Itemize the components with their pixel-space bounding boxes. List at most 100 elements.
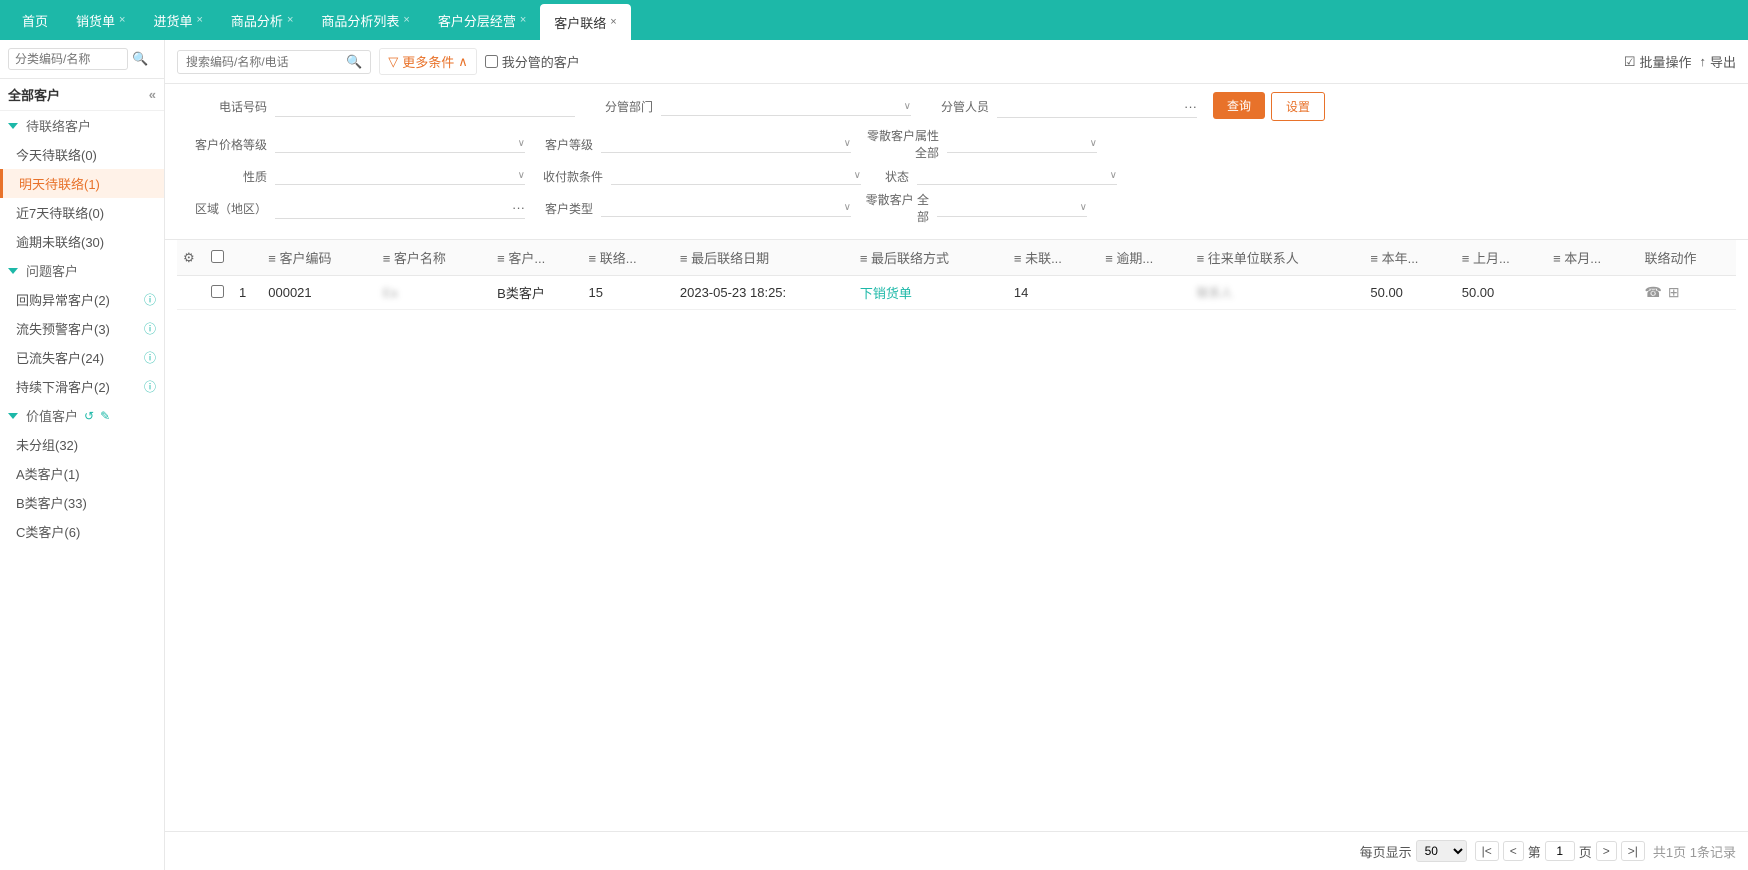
last-page-btn[interactable]: >| [1621, 841, 1645, 861]
page-input[interactable] [1545, 841, 1575, 861]
page-size-dropdown[interactable]: 50 100 200 [1416, 840, 1467, 862]
col-type: ≡ 客户... [491, 240, 582, 276]
next-page-btn[interactable]: > [1596, 841, 1617, 861]
nav-product-analysis-list[interactable]: 商品分析列表 × [307, 0, 423, 40]
close-icon[interactable]: × [119, 14, 125, 26]
last-way-link[interactable]: 下销货单 [860, 286, 912, 301]
nature-select[interactable]: ∨ [275, 167, 525, 185]
nav-customer-contact[interactable]: 客户联络 × [540, 4, 630, 40]
sidebar-item-tomorrow[interactable]: 明天待联络(1) [0, 169, 164, 198]
scattered-select[interactable]: ∨ [937, 199, 1087, 217]
sidebar-item-class-a[interactable]: A类客户(1) [0, 459, 164, 488]
group-value-customers: 价值客户 ↺ ✎ [0, 401, 164, 430]
search-input[interactable] [186, 55, 346, 69]
dots-icon[interactable]: ··· [1184, 99, 1197, 114]
sidebar-item-declining[interactable]: 持续下滑客户(2) ⓘ [0, 372, 164, 401]
export-btn[interactable]: ↑ 导出 [1699, 52, 1736, 71]
sidebar-item-class-c[interactable]: C类客户(6) [0, 517, 164, 546]
cell-unit-contact: 联系人 [1191, 276, 1365, 310]
sidebar-item-churned[interactable]: 已流失客户(24) ⓘ [0, 343, 164, 372]
sidebar-item-overdue[interactable]: 逾期未联络(30) [0, 227, 164, 256]
close-icon[interactable]: × [520, 14, 526, 26]
prev-page-btn[interactable]: < [1503, 841, 1524, 861]
cell-this-month [1547, 276, 1638, 310]
my-customers-checkbox-label[interactable]: 我分管的客户 [485, 52, 580, 71]
gear-icon[interactable]: ⚙ [183, 250, 195, 265]
sidebar-item-ungrouped[interactable]: 未分组(32) [0, 430, 164, 459]
grid-action-icon[interactable]: ⊞ [1668, 284, 1680, 301]
col-unit-contact: ≡ 往来单位联系人 [1191, 240, 1365, 276]
sidebar-item-today[interactable]: 今天待联络(0) [0, 140, 164, 169]
group-problem-customers: 问题客户 [0, 256, 164, 285]
close-icon[interactable]: × [287, 14, 293, 26]
info-icon[interactable]: ⓘ [144, 349, 156, 366]
sidebar-item-class-b[interactable]: B类客户(33) [0, 488, 164, 517]
caret-icon: ∨ [844, 202, 851, 213]
filter-more-btn[interactable]: ▽ 更多条件 ∧ [379, 48, 477, 75]
close-icon[interactable]: × [403, 14, 409, 26]
price-level-select[interactable]: ∨ [275, 135, 525, 153]
col-last-way: ≡ 最后联络方式 [854, 240, 1008, 276]
search-submit-icon[interactable]: 🔍 [346, 54, 362, 70]
col-last-date: ≡ 最后联络日期 [674, 240, 854, 276]
scattered-attr-select[interactable]: ∨ [947, 135, 1097, 153]
nav-customer-tier[interactable]: 客户分层经营 × [424, 0, 540, 40]
info-icon[interactable]: ⓘ [144, 378, 156, 395]
search-input-wrap: 🔍 [177, 50, 371, 74]
nav-product-analysis[interactable]: 商品分析 × [217, 0, 307, 40]
collapse-icon[interactable]: « [149, 87, 156, 102]
nav-sales[interactable]: 销货单 × [62, 0, 139, 40]
phone-input[interactable] [275, 96, 575, 117]
cell-last-month: 50.00 [1456, 276, 1547, 310]
first-page-btn[interactable]: |< [1475, 841, 1499, 861]
person-select[interactable]: ··· [997, 96, 1197, 118]
group-pending-contact: 待联络客户 [0, 111, 164, 140]
setting-button[interactable]: 设置 [1271, 92, 1325, 121]
nav-home[interactable]: 首页 [8, 0, 62, 40]
my-customers-checkbox[interactable] [485, 55, 498, 68]
info-icon[interactable]: ⓘ [144, 320, 156, 337]
search-bar: 🔍 ▽ 更多条件 ∧ 我分管的客户 ☑ 批量操作 ↑ 导出 [165, 40, 1748, 84]
chevron-up-icon: ∧ [458, 54, 468, 70]
filter-actions: 查询 设置 [1213, 92, 1325, 121]
batch-action-btn[interactable]: ☑ 批量操作 [1624, 52, 1692, 71]
dept-select[interactable]: ∨ [661, 98, 911, 116]
status-select[interactable]: ∨ [917, 167, 1117, 185]
nav-purchase[interactable]: 进货单 × [139, 0, 216, 40]
info-icon[interactable]: ⓘ [144, 291, 156, 308]
dots-icon[interactable]: ··· [512, 200, 525, 215]
filter-row-4: 区域（地区） ··· 客户类型 ∨ 零散客户 全部 ∨ [177, 191, 1736, 225]
sidebar-item-repurchase-abnormal[interactable]: 回购异常客户(2) ⓘ [0, 285, 164, 314]
cell-actions: ☎ ⊞ [1638, 276, 1736, 310]
cell-check [205, 276, 233, 310]
refresh-icon[interactable]: ↺ [84, 409, 94, 423]
all-customers-header: 全部客户 « [0, 79, 164, 111]
table-row: 1 000021 Ea B类客户 15 2023-05-23 18:25: 下销… [177, 276, 1736, 310]
cell-overdue [1099, 276, 1190, 310]
sidebar-item-week[interactable]: 近7天待联络(0) [0, 198, 164, 227]
col-gear: ⚙ [177, 240, 205, 276]
sidebar-item-churn-warning[interactable]: 流失预警客户(3) ⓘ [0, 314, 164, 343]
query-button[interactable]: 查询 [1213, 92, 1265, 119]
region-select[interactable]: ··· [275, 197, 525, 219]
select-all-checkbox[interactable] [211, 250, 224, 263]
edit-icon[interactable]: ✎ [100, 409, 110, 423]
col-code: ≡ 客户编码 [262, 240, 376, 276]
cell-contact: 15 [583, 276, 674, 310]
filter-row-1: 电话号码 分管部门 ∨ 分管人员 ··· 查询 设置 [177, 92, 1736, 121]
main-layout: 🔍 全部客户 « 待联络客户 今天待联络(0) 明天待联络(1) 近7天待联络(… [0, 40, 1748, 870]
triangle-icon [8, 123, 18, 129]
payment-select[interactable]: ∨ [611, 167, 861, 185]
row-checkbox[interactable] [211, 285, 224, 298]
caret-icon: ∨ [518, 170, 525, 181]
close-icon[interactable]: × [196, 14, 202, 26]
triangle-icon [8, 413, 18, 419]
sidebar: 🔍 全部客户 « 待联络客户 今天待联络(0) 明天待联络(1) 近7天待联络(… [0, 40, 165, 870]
search-icon[interactable]: 🔍 [132, 51, 148, 67]
customer-type-select[interactable]: ∨ [601, 199, 851, 217]
col-name: ≡ 客户名称 [377, 240, 491, 276]
customer-level-select[interactable]: ∨ [601, 135, 851, 153]
phone-action-icon[interactable]: ☎ [1644, 284, 1661, 301]
sidebar-search-input[interactable] [8, 48, 128, 70]
close-icon[interactable]: × [610, 16, 616, 28]
